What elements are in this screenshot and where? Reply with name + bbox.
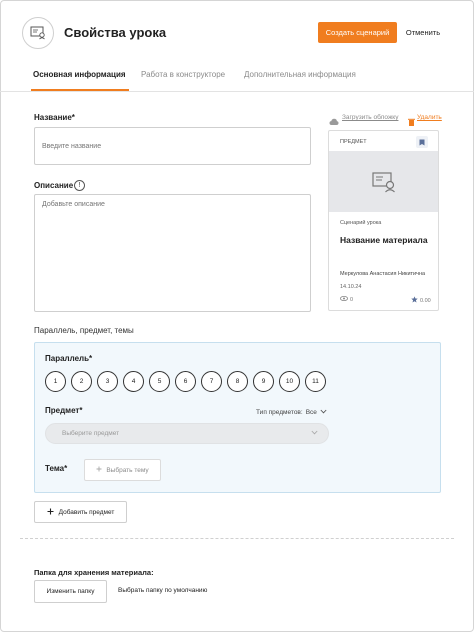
cancel-button[interactable]: Отменить (400, 22, 446, 43)
lesson-placeholder-icon (329, 151, 438, 212)
select-theme-label: Выбрать тему (106, 466, 149, 474)
card-views: 0 (340, 296, 353, 303)
grade-option-7[interactable]: 7 (201, 371, 222, 392)
select-theme-button[interactable]: Выбрать тему (84, 459, 161, 481)
lesson-icon (22, 17, 54, 49)
grade-option-6[interactable]: 6 (175, 371, 196, 392)
card-subject: ПРЕДМЕТ (340, 139, 367, 145)
grade-option-10[interactable]: 10 (279, 371, 300, 392)
tab-main-info[interactable]: Основная информация (33, 70, 126, 79)
grade-option-4[interactable]: 4 (123, 371, 144, 392)
eye-icon (340, 296, 348, 303)
grade-option-11[interactable]: 11 (305, 371, 326, 392)
grade-option-3[interactable]: 3 (97, 371, 118, 392)
add-subject-label: Добавить предмет (58, 508, 115, 516)
default-folder-link[interactable]: Выбрать папку по умолчанию (118, 587, 207, 594)
grade-option-1[interactable]: 1 (45, 371, 66, 392)
card-author: Меркулова Анастасия Никитична (340, 271, 426, 277)
grade-option-2[interactable]: 2 (71, 371, 92, 392)
upload-cover-link[interactable]: Загрузить обложку (342, 114, 398, 121)
chevron-down-icon (311, 430, 318, 437)
delete-cover-link[interactable]: Удалить (417, 114, 442, 121)
info-icon[interactable]: ! (74, 180, 85, 191)
name-input[interactable] (34, 127, 311, 165)
trash-icon (408, 113, 415, 131)
name-label: Название* (34, 113, 75, 122)
bookmark-icon[interactable] (416, 136, 428, 148)
create-scenario-button[interactable]: Создать сценарий (318, 22, 397, 43)
folder-label: Папка для хранения материала: (34, 568, 154, 577)
description-label: Описание (34, 181, 74, 190)
tab-constructor[interactable]: Работа в конструкторе (141, 70, 225, 79)
page-title: Свойства урока (64, 25, 167, 40)
subject-type-value: Все (305, 409, 317, 416)
subject-type-label: Тип предметов: (256, 409, 303, 416)
card-material-type: Сценарий урока (340, 220, 382, 226)
section-title: Параллель, предмет, темы (34, 326, 134, 335)
material-preview-card: ПРЕДМЕТ Сценарий урока Название материал… (328, 130, 439, 311)
card-material-name: Название материала (340, 235, 428, 245)
cloud-upload-icon (329, 113, 339, 131)
tab-additional-info[interactable]: Дополнительная информация (244, 70, 356, 79)
rating-value: 0.00 (420, 297, 431, 304)
section-divider (20, 538, 454, 539)
theme-label: Тема* (45, 464, 68, 473)
views-count: 0 (350, 296, 354, 303)
tabs-divider (0, 91, 474, 92)
grade-option-9[interactable]: 9 (253, 371, 274, 392)
subject-select-placeholder: Выберите предмет (62, 430, 120, 437)
star-icon (411, 296, 418, 305)
grade-option-8[interactable]: 8 (227, 371, 248, 392)
subject-label: Предмет* (45, 406, 83, 415)
add-subject-button[interactable]: Добавить предмет (34, 501, 127, 523)
card-rating: 0.00 (411, 296, 431, 305)
description-textarea[interactable] (34, 194, 311, 312)
parallel-label: Параллель* (45, 354, 93, 363)
grade-selector: 1 2 3 4 5 6 7 8 9 10 11 (45, 371, 326, 392)
grade-option-5[interactable]: 5 (149, 371, 170, 392)
change-folder-button[interactable]: Изменить папку (34, 580, 107, 603)
subject-type-filter[interactable]: Тип предметов: Все (256, 409, 327, 416)
card-date: 14.10.24 (340, 284, 362, 290)
plus-icon (96, 466, 102, 474)
plus-icon (47, 508, 54, 517)
subject-select[interactable]: Выберите предмет (45, 423, 329, 444)
chevron-down-icon (320, 409, 327, 416)
